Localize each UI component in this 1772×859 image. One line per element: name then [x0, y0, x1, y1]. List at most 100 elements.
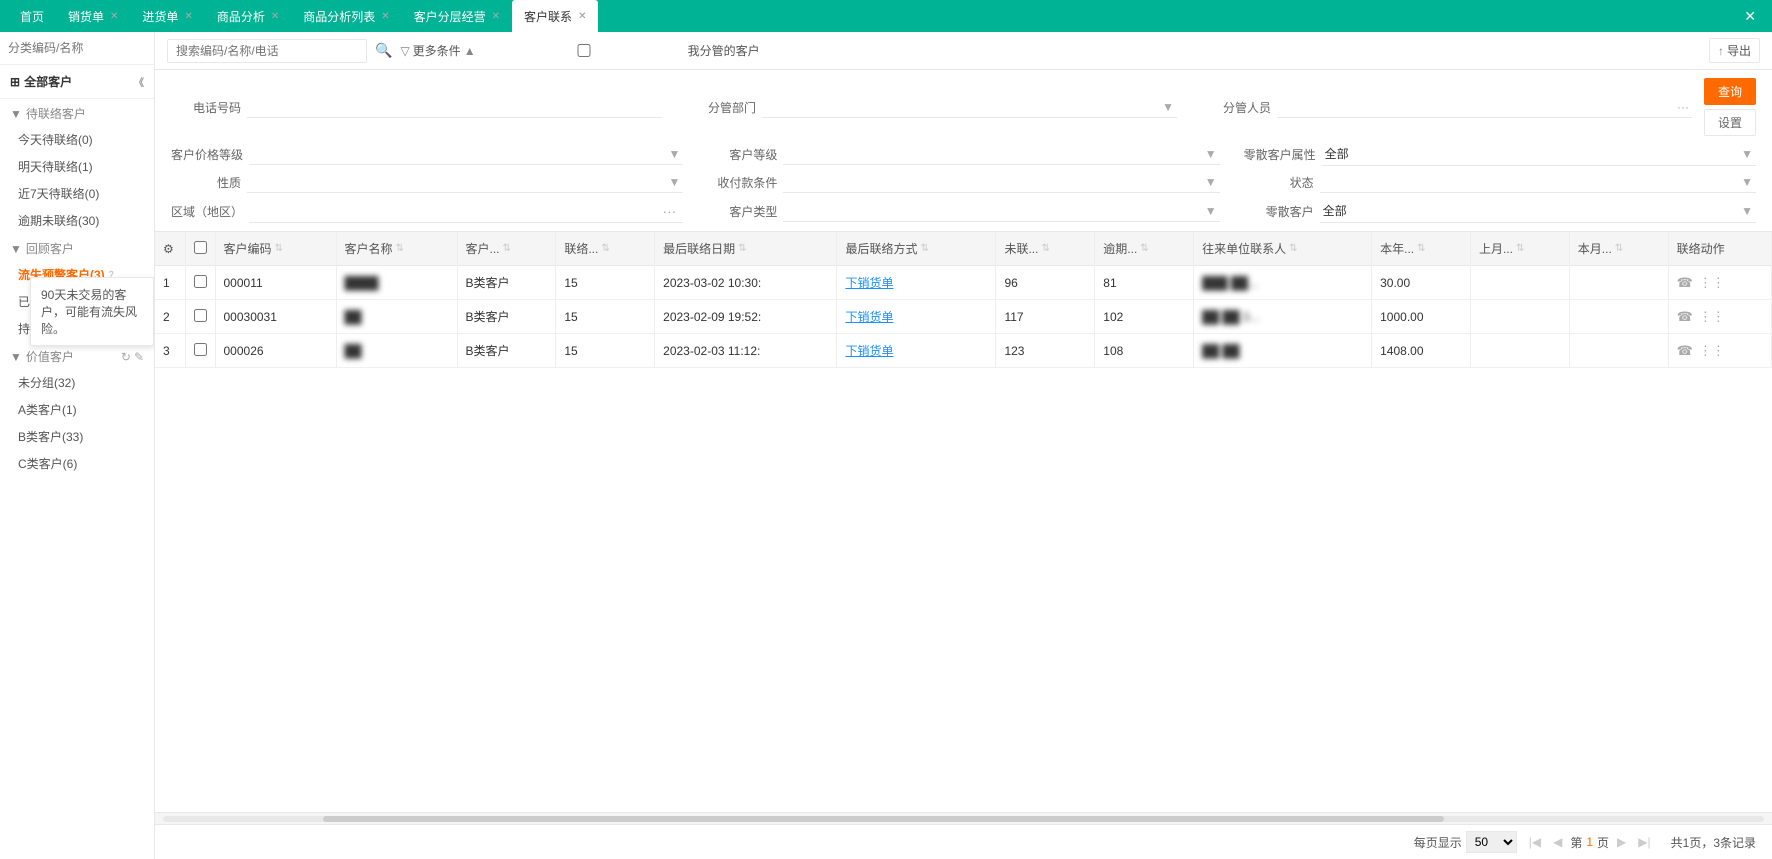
- sidebar-item-class-a[interactable]: A类客户(1): [0, 396, 154, 423]
- row-checkbox-0[interactable]: [185, 266, 215, 300]
- col-header-unit-contact[interactable]: 往来单位联系人 ⇅: [1194, 232, 1372, 266]
- col-header-year-amount[interactable]: 本年... ⇅: [1372, 232, 1471, 266]
- last-method-link-1[interactable]: 下销货单: [845, 310, 893, 324]
- action-contact-icon-1[interactable]: ☎: [1677, 309, 1693, 325]
- action-more-icon-2[interactable]: ⋮⋮: [1699, 343, 1725, 359]
- region-dots[interactable]: ···: [658, 203, 680, 219]
- first-page-button[interactable]: |◀: [1525, 833, 1545, 851]
- tab-goods-list-close[interactable]: ✕: [381, 11, 389, 22]
- search-input[interactable]: [167, 39, 367, 63]
- my-customers-checkbox[interactable]: [484, 44, 684, 57]
- action-contact-icon-2[interactable]: ☎: [1677, 343, 1693, 359]
- per-page-select[interactable]: 50 100 200: [1466, 831, 1517, 853]
- col-header-contact-count[interactable]: 联络... ⇅: [556, 232, 655, 266]
- horizontal-scrollbar[interactable]: [155, 812, 1772, 824]
- sidebar-all-customers[interactable]: ⊞ 全部客户 《: [0, 65, 154, 99]
- region-select[interactable]: ···: [249, 200, 683, 223]
- tab-home-label: 首页: [20, 8, 44, 25]
- sidebar-section-pending[interactable]: ▼ 待联络客户: [0, 99, 154, 126]
- edit-icon[interactable]: ✎: [134, 350, 144, 364]
- zero-attr-select[interactable]: 全部 ▼: [1322, 142, 1756, 166]
- settings-icon[interactable]: ⚙: [163, 242, 174, 256]
- tab-purchase-close[interactable]: ✕: [184, 11, 192, 22]
- tab-customer-contact[interactable]: 客户联系 ✕: [512, 0, 598, 32]
- col-header-last-month[interactable]: 上月... ⇅: [1470, 232, 1569, 266]
- tab-sales[interactable]: 销货单 ✕: [56, 0, 130, 32]
- person-dots[interactable]: ···: [1677, 100, 1689, 114]
- last-method-link-2[interactable]: 下销货单: [845, 344, 893, 358]
- tab-customer-tier[interactable]: 客户分层经营 ✕: [402, 0, 512, 32]
- nature-chevron: ▼: [668, 175, 680, 189]
- row-select-2[interactable]: [194, 343, 207, 356]
- tab-customer-contact-close[interactable]: ✕: [578, 11, 586, 22]
- col-header-type[interactable]: 客户... ⇅: [457, 232, 556, 266]
- sidebar-item-7days[interactable]: 近7天待联络(0): [0, 180, 154, 207]
- customer-type-select[interactable]: ▼: [783, 201, 1219, 222]
- col-header-overdue[interactable]: 逾期... ⇅: [1095, 232, 1194, 266]
- col-header-code[interactable]: 客户编码 ⇅: [215, 232, 336, 266]
- top-navigation: 首页 销货单 ✕ 进货单 ✕ 商品分析 ✕ 商品分析列表 ✕ 客户分层经营 ✕ …: [0, 0, 1772, 32]
- my-customers-checkbox-group[interactable]: 我分管的客户: [484, 42, 760, 59]
- tab-goods-analysis[interactable]: 商品分析 ✕: [205, 0, 291, 32]
- customer-type-label: 客户类型: [707, 203, 777, 220]
- col-header-last-date[interactable]: 最后联络日期 ⇅: [655, 232, 837, 266]
- payment-select[interactable]: ▼: [783, 172, 1219, 193]
- export-button[interactable]: ↑ 导出: [1709, 38, 1760, 63]
- window-close-button[interactable]: ✕: [1736, 8, 1764, 25]
- tab-goods-analysis-close[interactable]: ✕: [271, 11, 279, 22]
- tab-home[interactable]: 首页: [8, 0, 56, 32]
- checkbox-column-header[interactable]: [185, 232, 215, 266]
- prev-page-button[interactable]: ◀: [1549, 833, 1566, 851]
- person-select[interactable]: ···: [1277, 97, 1692, 118]
- sidebar-item-overdue[interactable]: 逾期未联络(30): [0, 207, 154, 234]
- tab-sales-label: 销货单: [68, 8, 104, 25]
- sidebar-group-value[interactable]: ▼ 价值客户 ↻ ✎: [0, 342, 154, 369]
- action-more-icon-0[interactable]: ⋮⋮: [1699, 275, 1725, 291]
- row-last-method-0[interactable]: 下销货单: [837, 266, 996, 300]
- content-area: 🔍 ▽ 更多条件 ▲ 我分管的客户 ↑ 导出 电话号码: [155, 32, 1772, 859]
- action-more-icon-1[interactable]: ⋮⋮: [1699, 309, 1725, 325]
- nature-select[interactable]: ▼: [247, 172, 683, 193]
- row-last-method-2[interactable]: 下销货单: [837, 334, 996, 368]
- search-button[interactable]: 🔍: [375, 42, 392, 59]
- sidebar-item-class-c[interactable]: C类客户(6): [0, 450, 154, 477]
- last-page-button[interactable]: ▶|: [1634, 833, 1654, 851]
- tab-customer-tier-close[interactable]: ✕: [492, 11, 500, 22]
- collapse-icon[interactable]: 《: [134, 74, 144, 89]
- row-checkbox-1[interactable]: [185, 300, 215, 334]
- scroll-track[interactable]: [163, 816, 1764, 822]
- sidebar-section-review[interactable]: ▼ 回顾客户: [0, 234, 154, 261]
- phone-input[interactable]: [247, 97, 662, 118]
- sidebar-item-today[interactable]: 今天待联络(0): [0, 126, 154, 153]
- col-header-uncontacted[interactable]: 未联... ⇅: [996, 232, 1095, 266]
- last-method-link-0[interactable]: 下销货单: [845, 276, 893, 290]
- zero-customer-select[interactable]: 全部 ▼: [1320, 199, 1756, 223]
- sidebar-item-class-b[interactable]: B类客户(33): [0, 423, 154, 450]
- sidebar-item-tomorrow[interactable]: 明天待联络(1): [0, 153, 154, 180]
- dept-select[interactable]: ▼: [762, 97, 1177, 118]
- action-contact-icon-0[interactable]: ☎: [1677, 275, 1693, 291]
- col-header-this-month[interactable]: 本月... ⇅: [1569, 232, 1668, 266]
- col-header-last-method[interactable]: 最后联络方式 ⇅: [837, 232, 996, 266]
- status-select[interactable]: ▼: [1320, 172, 1756, 193]
- tab-goods-list[interactable]: 商品分析列表 ✕: [291, 0, 401, 32]
- scroll-thumb[interactable]: [323, 816, 1444, 822]
- next-page-button[interactable]: ▶: [1613, 833, 1630, 851]
- price-tier-select[interactable]: ▼: [249, 144, 683, 165]
- tab-sales-close[interactable]: ✕: [110, 11, 118, 22]
- sidebar-search-input[interactable]: [8, 41, 155, 55]
- row-select-0[interactable]: [194, 275, 207, 288]
- query-button[interactable]: 查询: [1704, 78, 1756, 105]
- row-checkbox-2[interactable]: [185, 334, 215, 368]
- row-select-1[interactable]: [194, 309, 207, 322]
- settings-column-header[interactable]: ⚙: [155, 232, 185, 266]
- select-all-checkbox[interactable]: [194, 241, 207, 254]
- col-header-name[interactable]: 客户名称 ⇅: [336, 232, 457, 266]
- settings-button[interactable]: 设置: [1704, 109, 1756, 136]
- refresh-icon[interactable]: ↻: [121, 350, 131, 364]
- tab-purchase[interactable]: 进货单 ✕: [130, 0, 204, 32]
- row-last-method-1[interactable]: 下销货单: [837, 300, 996, 334]
- sidebar-item-ungrouped[interactable]: 未分组(32): [0, 369, 154, 396]
- more-conditions-btn[interactable]: ▽ 更多条件 ▲: [400, 42, 475, 59]
- customer-tier-select[interactable]: ▼: [783, 144, 1219, 165]
